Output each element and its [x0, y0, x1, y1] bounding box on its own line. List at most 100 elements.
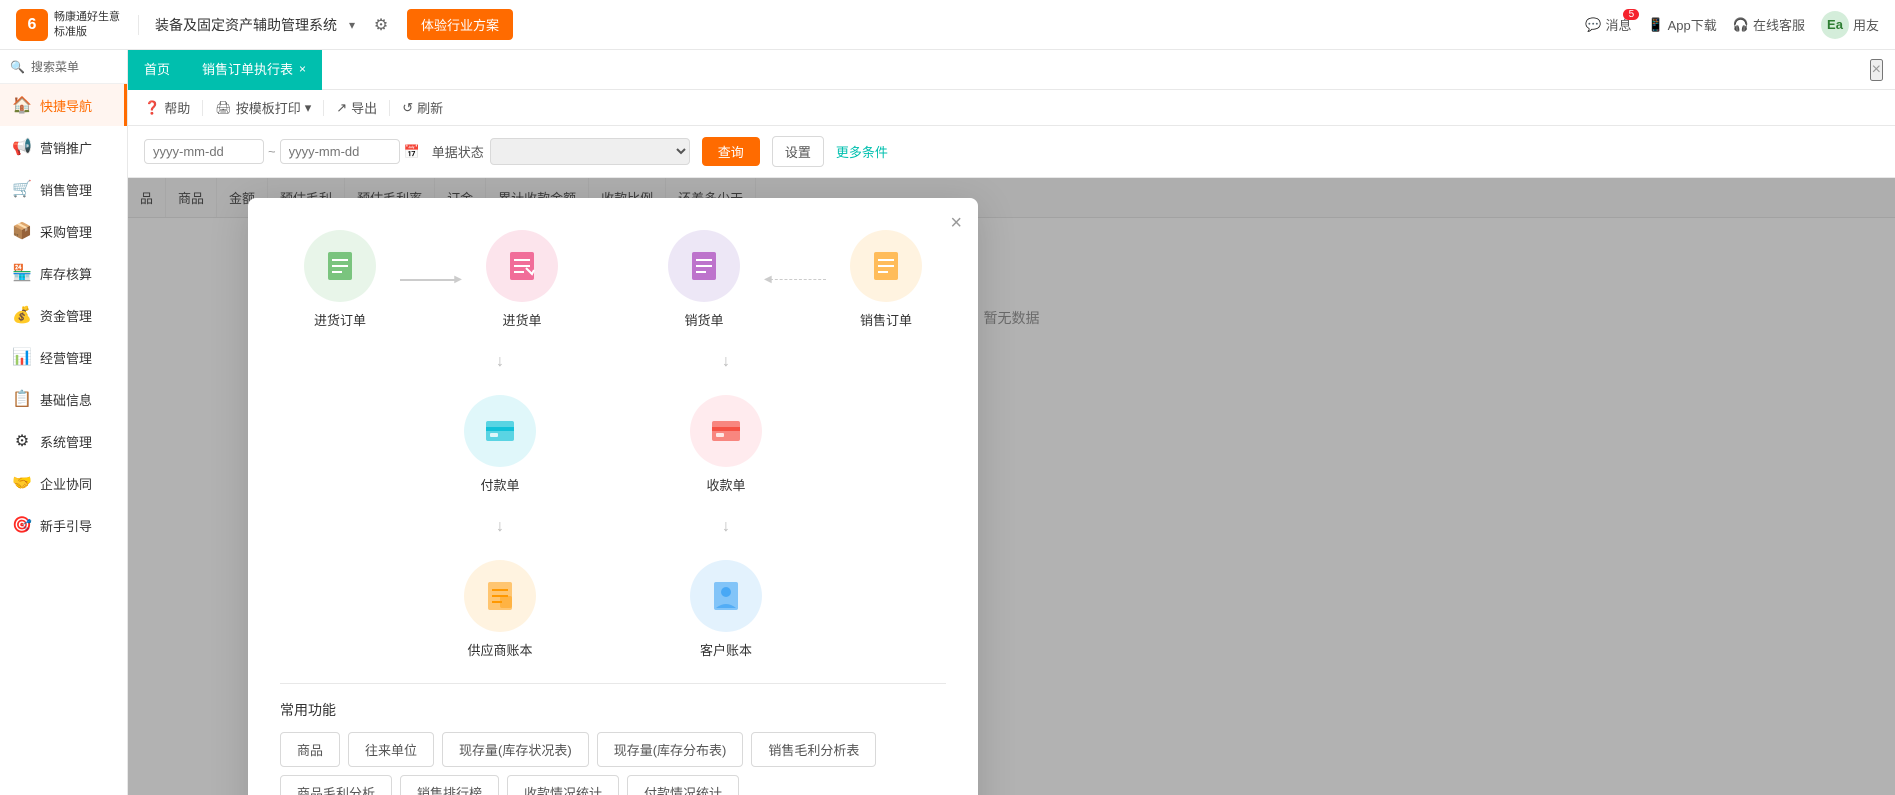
tab-label: 销售订单执行表: [202, 59, 293, 78]
more-conditions-button[interactable]: 更多条件: [836, 142, 888, 161]
tab-label: 首页: [144, 59, 170, 78]
separator: [202, 100, 203, 116]
sidebar-item-operations[interactable]: 📊 经营管理: [0, 336, 127, 378]
common-functions-grid: 商品 往来单位 现存量(库存状况表) 现存量(库存分布表) 销售毛利分析表 商品…: [280, 732, 946, 795]
trial-button[interactable]: 体验行业方案: [407, 9, 513, 40]
arrow-purchase: [400, 274, 462, 285]
modal-close-button[interactable]: ×: [950, 212, 962, 235]
purchase-bill-label: 进货单: [502, 310, 541, 329]
separator3: [389, 100, 390, 116]
flow-item-sales-bill[interactable]: 销货单: [644, 230, 764, 329]
customer-ledger-icon: [690, 560, 762, 632]
func-btn-2[interactable]: 现存量(库存状况表): [442, 732, 589, 767]
app-download-button[interactable]: 📱 App下载: [1647, 15, 1716, 34]
modal-overlay: ×: [128, 178, 1895, 795]
flow-item-receipt[interactable]: 收款单: [666, 395, 786, 494]
sidebar-item-label: 系统管理: [40, 432, 92, 451]
sidebar-item-marketing[interactable]: 📢 营销推广: [0, 126, 127, 168]
flow-item-customer-ledger[interactable]: 客户账本: [666, 560, 786, 659]
search-menu[interactable]: 🔍 快捷导航 搜索菜单: [0, 50, 127, 84]
toolbar: ❓ 帮助 🖨 按模板打印 ▾ ↗ 导出: [128, 90, 1895, 126]
message-badge: 5: [1623, 9, 1639, 20]
logo-icon: 6: [16, 9, 48, 41]
print-icon: 🖨: [215, 100, 232, 116]
search-icon: 🔍: [10, 60, 25, 74]
sidebar-item-label: 快捷导航: [40, 96, 92, 115]
avatar: Ea: [1821, 11, 1849, 39]
flow-item-purchase-bill[interactable]: 进货单: [462, 230, 582, 329]
receipt-label: 收款单: [706, 475, 745, 494]
user-menu[interactable]: Ea 用友: [1821, 11, 1879, 39]
tab-close-icon[interactable]: ×: [299, 62, 306, 76]
sidebar-item-label: 销售管理: [40, 180, 92, 199]
finance-icon: 💰: [12, 305, 32, 325]
date-start-input[interactable]: [144, 139, 264, 164]
sidebar-item-label: 采购管理: [40, 222, 92, 241]
func-btn-4[interactable]: 销售毛利分析表: [751, 732, 876, 767]
message-button[interactable]: 💬 消息 5: [1585, 15, 1631, 34]
sp3: [560, 518, 666, 536]
flow-row-top: 进货订单: [280, 230, 946, 329]
settings-icon[interactable]: ⚙: [367, 11, 395, 39]
flow-item-sales-order[interactable]: 销售订单: [826, 230, 946, 329]
sidebar-item-guide[interactable]: 🎯 新手引导: [0, 504, 127, 546]
customer-ledger-label: 客户账本: [700, 640, 752, 659]
common-functions-section: 常用功能 商品 往来单位 现存量(库存状况表) 现存量(库存分布表) 销售毛利分…: [280, 683, 946, 795]
query-button[interactable]: 查询: [702, 137, 760, 166]
calendar-icon[interactable]: 📅: [404, 144, 420, 160]
func-btn-7[interactable]: 收款情况统计: [507, 775, 619, 795]
tab-sales-order-exec[interactable]: 销售订单执行表 ×: [186, 50, 322, 90]
func-btn-6[interactable]: 销售排行榜: [400, 775, 499, 795]
status-select[interactable]: [490, 138, 690, 165]
tab-home[interactable]: 首页: [128, 50, 186, 90]
func-btn-8[interactable]: 付款情况统计: [627, 775, 739, 795]
sales-bill-icon: [668, 230, 740, 302]
sidebar: 🔍 快捷导航 搜索菜单 🏠 快捷导航 📢 营销推广 🛒 销售管理 📦 采购管理: [0, 50, 128, 795]
func-btn-1[interactable]: 往来单位: [348, 732, 434, 767]
export-icon: ↗: [336, 100, 347, 116]
sales-icon: 🛒: [12, 179, 32, 199]
marketing-icon: 📢: [12, 137, 32, 157]
help-button[interactable]: ❓ 帮助: [144, 98, 190, 117]
system-icon: ⚙: [12, 431, 32, 451]
sidebar-item-purchase[interactable]: 📦 采购管理: [0, 210, 127, 252]
sidebar-item-sales[interactable]: 🛒 销售管理: [0, 168, 127, 210]
content-area: 首页 销售订单执行表 × × ❓ 帮助 🖨: [128, 50, 1895, 795]
flow-item-supplier-ledger[interactable]: 供应商账本: [440, 560, 560, 659]
sidebar-item-inventory[interactable]: 🏪 库存核算: [0, 252, 127, 294]
online-service-button[interactable]: 🎧 在线客服: [1733, 15, 1805, 34]
setting-button[interactable]: 设置: [772, 136, 824, 167]
refresh-icon: ↺: [402, 100, 413, 116]
sales-order-icon: [850, 230, 922, 302]
sidebar-item-label: 新手引导: [40, 516, 92, 535]
sidebar-item-quick-nav[interactable]: 🏠 快捷导航: [0, 84, 127, 126]
func-btn-5[interactable]: 商品毛利分析: [280, 775, 392, 795]
filter-bar: ~ 📅 单据状态 查询 设置 更多条件: [128, 126, 1895, 178]
flow-item-payment[interactable]: 付款单: [440, 395, 560, 494]
tab-close-all-button[interactable]: ×: [1870, 59, 1883, 81]
func-btn-3[interactable]: 现存量(库存分布表): [597, 732, 744, 767]
sidebar-item-label: 企业协同: [40, 474, 92, 493]
template-print-button[interactable]: 🖨 按模板打印 ▾: [215, 98, 311, 117]
func-btn-0[interactable]: 商品: [280, 732, 340, 767]
date-end-input[interactable]: [280, 139, 400, 164]
flow-item-purchase-order[interactable]: 进货订单: [280, 230, 400, 329]
down-arrow-sales: ↓: [666, 353, 786, 371]
basic-info-icon: 📋: [12, 389, 32, 409]
headset-icon: 🎧: [1733, 17, 1749, 33]
sidebar-item-enterprise[interactable]: 🤝 企业协同: [0, 462, 127, 504]
separator2: [323, 100, 324, 116]
refresh-button[interactable]: ↺ 刷新: [402, 98, 443, 117]
sidebar-item-label: 营销推广: [40, 138, 92, 157]
export-button[interactable]: ↗ 导出: [336, 98, 377, 117]
system-dropdown[interactable]: ▾: [349, 18, 355, 32]
sidebar-item-label: 库存核算: [40, 264, 92, 283]
da-receipt: ↓: [666, 518, 786, 536]
spacer-right: [826, 353, 946, 371]
sidebar-item-basic-info[interactable]: 📋 基础信息: [0, 378, 127, 420]
sidebar-item-finance[interactable]: 💰 资金管理: [0, 294, 127, 336]
sidebar-item-system[interactable]: ⚙ 系统管理: [0, 420, 127, 462]
sp2: [400, 518, 440, 536]
date-range: ~ 📅: [144, 139, 420, 164]
top-bar-right: 💬 消息 5 📱 App下载 🎧 在线客服 Ea 用友: [1585, 11, 1879, 39]
